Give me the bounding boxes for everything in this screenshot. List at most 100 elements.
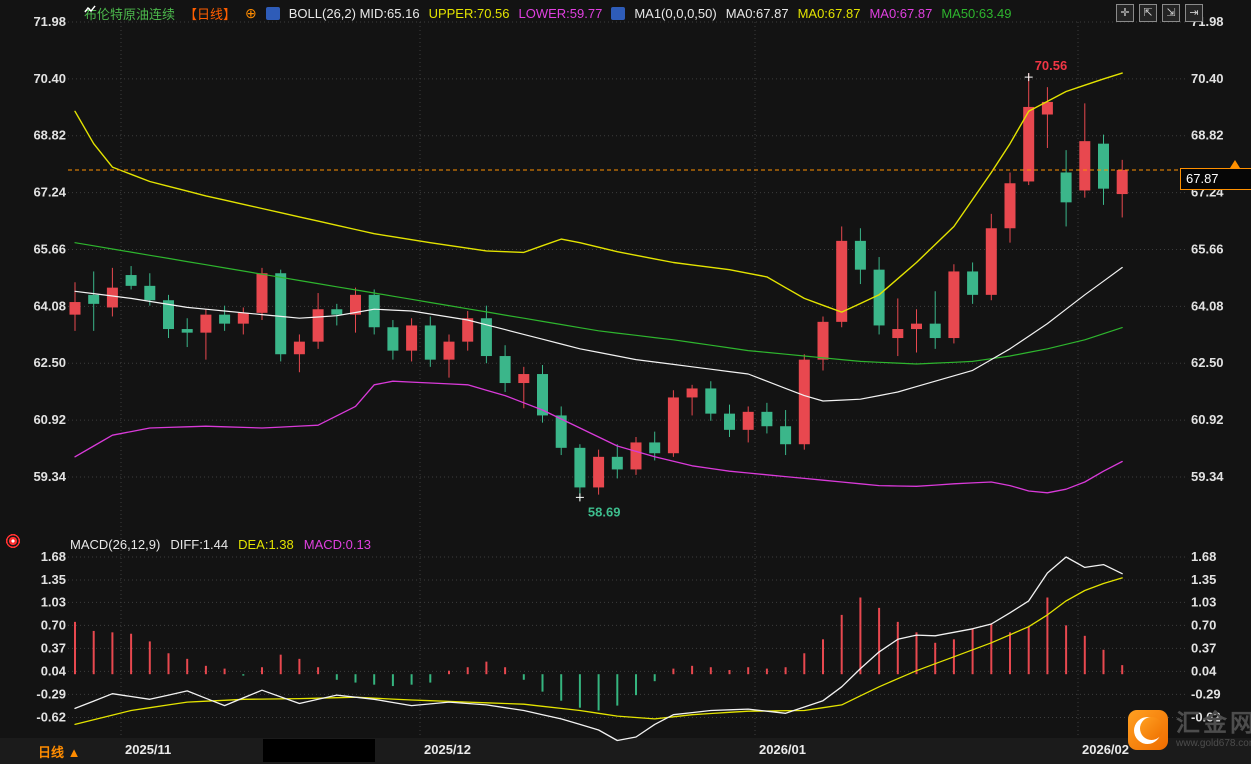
candle-body	[88, 294, 100, 304]
ma0-white-legend: MA0:67.87	[725, 5, 789, 21]
chart-toolbar: ✛ ⇱ ⇲ ⇥	[1116, 4, 1203, 22]
macd-axis-label-right: 1.68	[1191, 549, 1216, 564]
candle-body	[200, 314, 212, 333]
logo-site-name: 汇金网	[1176, 709, 1251, 737]
price-chart-canvas[interactable]: 71.98 71.9870.40 70.4068.82 68.8267.24 67.24…	[0, 0, 1251, 764]
price-axis-label-left: 59.34	[33, 469, 66, 484]
timeframe-selector[interactable]: 日线 ▲	[38, 742, 81, 761]
ma0-yellow-legend: MA0:67.87	[797, 5, 861, 21]
candle-body	[181, 329, 193, 333]
candle-body	[1116, 169, 1128, 195]
ma0-magenta-legend: MA0:67.87	[869, 5, 933, 21]
indicator-settings-icon[interactable]	[5, 533, 21, 549]
candle-body	[761, 411, 773, 427]
candle-body	[611, 456, 623, 470]
candle-body	[686, 388, 698, 398]
candle-body	[518, 374, 530, 384]
ma50-legend: MA50:63.49	[941, 5, 1012, 21]
candle-body	[144, 285, 156, 301]
candle-body	[293, 341, 305, 355]
boll-legend: BOLL(26,2) MID:65.16	[288, 5, 420, 21]
site-watermark: 汇金网 www.gold678.com	[1128, 710, 1251, 750]
candle-body	[406, 325, 418, 351]
macd-axis-label-left: 0.37	[41, 640, 66, 655]
candle-body	[368, 294, 380, 328]
logo-crescent-inner	[1140, 717, 1163, 740]
period-tag[interactable]: 【日线】	[184, 4, 236, 23]
huijin-logo-icon	[1128, 710, 1168, 750]
candle-body	[1004, 183, 1016, 229]
ma-indicator-icon[interactable]	[84, 5, 626, 20]
macd-axis-label-left: 0.70	[41, 617, 66, 632]
macd-axis-label-right: 1.35	[1191, 572, 1216, 587]
chart-app-window: 71.98 71.98 70.40 70.40 68.82 68.82 67.24 67.24…	[0, 0, 1251, 764]
candle-body	[892, 329, 904, 339]
macd-axis-label-left: -0.29	[36, 686, 66, 701]
candle-body	[106, 287, 118, 308]
macd-dea-value: DEA:1.38	[238, 537, 294, 552]
candle-body	[499, 356, 511, 384]
x-axis-date-label: 2026/02	[1082, 742, 1129, 757]
macd-legend-bar: MACD(26,12,9) DIFF:1.44 DEA:1.38 MACD:0.…	[70, 537, 371, 552]
macd-axis-label-right: 0.70	[1191, 617, 1216, 632]
x-axis-date-label: 2025/11	[125, 742, 172, 757]
candle-body	[537, 374, 548, 416]
price-axis-label-left: 62.50	[33, 355, 66, 370]
macd-diff-value: DIFF:1.44	[170, 537, 229, 552]
macd-axis-label-left: 0.04	[41, 663, 67, 678]
candle-body	[630, 442, 642, 470]
ma-group-legend: MA1(0,0,0,50)	[634, 5, 717, 21]
candle-body	[593, 456, 605, 488]
macd-axis-label-right: 0.37	[1191, 640, 1216, 655]
price-axis-label-left: 68.82	[33, 128, 66, 143]
symbol-name[interactable]: 布伦特原油连续	[84, 4, 175, 23]
macd-axis-label-right: 1.03	[1191, 594, 1216, 609]
macd-axis-label-right: -0.29	[1191, 686, 1221, 701]
price-axis-label-left: 67.24	[33, 185, 66, 200]
price-axis-label-left: 65.66	[33, 241, 66, 256]
candle-body	[312, 309, 324, 342]
candle-body	[219, 314, 231, 324]
scale-right-icon[interactable]: ⇥	[1185, 4, 1203, 22]
chart-legend-bar: 布伦特原油连续 【日线】 ⊕ BOLL(26,2) MID:65.16 UPPE…	[84, 4, 1011, 22]
boll-indicator-icon[interactable]	[84, 5, 280, 20]
price-axis-label-right: 68.82	[1191, 128, 1224, 143]
macd-axis-label-right: 0.04	[1191, 663, 1217, 678]
candle-body	[331, 309, 343, 315]
scale-top-left-icon[interactable]: ⇱	[1139, 4, 1157, 22]
redacted-box	[263, 739, 375, 762]
timeframe-label: 日线	[38, 745, 65, 760]
current-price-arrow-icon	[1230, 159, 1240, 168]
candle-body	[1079, 141, 1091, 191]
price-axis-label-left: 64.08	[33, 298, 66, 313]
candle-body	[462, 318, 474, 342]
logo-text-block: 汇金网 www.gold678.com	[1176, 709, 1251, 749]
timeframe-arrow-icon: ▲	[67, 745, 81, 760]
macd-axis-label-left: 1.03	[41, 594, 66, 609]
candle-body	[649, 442, 661, 454]
candle-body	[1060, 172, 1072, 203]
macd-label[interactable]: MACD(26,12,9)	[70, 537, 160, 552]
pan-crosshair-icon[interactable]: ✛	[1116, 4, 1134, 22]
candle-body	[574, 447, 586, 488]
x-axis-date-label: 2026/01	[759, 742, 806, 757]
add-indicator-icon[interactable]: ⊕	[245, 5, 257, 22]
ma50-line	[74, 242, 1123, 365]
candle-body	[237, 312, 249, 324]
scale-bottom-right-icon[interactable]: ⇲	[1162, 4, 1180, 22]
candle-body	[387, 327, 399, 351]
candle-body	[798, 359, 810, 445]
macd-hist-value: MACD:0.13	[303, 537, 371, 552]
current-price-box: 67.87	[1180, 168, 1251, 190]
candle-body	[854, 240, 866, 270]
macd-axis-label-left: -0.62	[36, 709, 66, 724]
low-price-annotation: 58.69	[588, 504, 621, 519]
price-axis-label-right: 59.34	[1191, 469, 1224, 484]
candle-body	[275, 273, 287, 355]
candle-body	[742, 411, 754, 430]
candle-body	[705, 388, 717, 414]
high-price-annotation: 70.56	[1035, 58, 1068, 73]
candle-body	[1098, 143, 1109, 189]
candle-body	[667, 397, 679, 454]
candle-body	[948, 271, 960, 339]
